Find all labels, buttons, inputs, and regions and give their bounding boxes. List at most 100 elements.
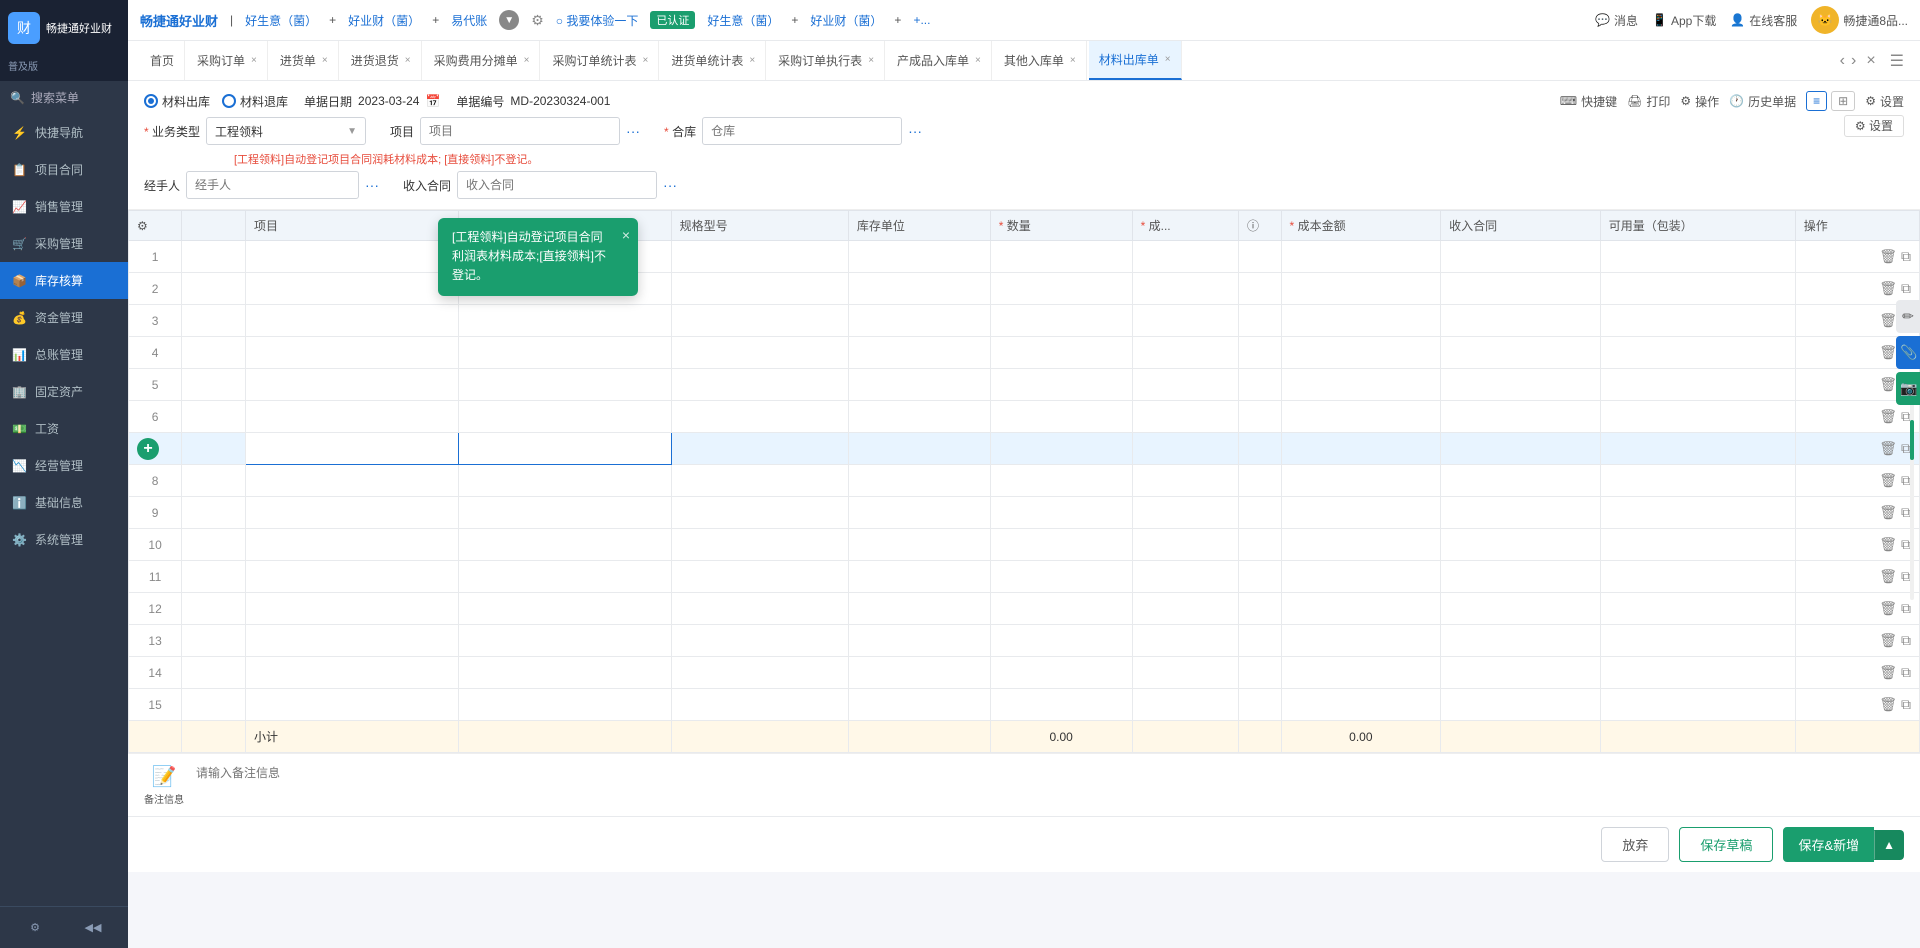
tab-close-incoming-stat[interactable]: ×	[749, 55, 755, 66]
tab-close-purchase-exec[interactable]: ×	[868, 55, 874, 66]
sidebar-item-finance[interactable]: 💰 资金管理	[0, 299, 128, 336]
radio-material-return[interactable]: 材料退库	[222, 93, 288, 110]
tooltip-close-icon[interactable]: ×	[622, 224, 630, 246]
tab-close-material-out[interactable]: ×	[1165, 54, 1171, 65]
add-row-btn[interactable]: +	[137, 438, 159, 460]
user-avatar[interactable]: 🐱 畅捷通8品...	[1811, 6, 1908, 34]
more-link[interactable]: +...	[913, 13, 930, 27]
tab-close-other-in[interactable]: ×	[1070, 55, 1076, 66]
copy-icon[interactable]: ⧉	[1901, 600, 1911, 617]
tab-close-incoming-return[interactable]: ×	[405, 55, 411, 66]
try-link[interactable]: ○ 我要体验一下	[556, 12, 639, 29]
app-download-btn[interactable]: 📱 App下载	[1652, 12, 1716, 29]
copy-icon[interactable]: ⧉	[1901, 632, 1911, 649]
tab-product-in[interactable]: 产成品入库单×	[887, 41, 992, 80]
row-1-unit[interactable]	[848, 241, 990, 273]
row-1-available[interactable]	[1600, 241, 1795, 273]
sidebar-item-payroll[interactable]: 💵 工资	[0, 410, 128, 447]
tab-close-purchase-stat[interactable]: ×	[642, 55, 648, 66]
income-contract-lookup-icon[interactable]: ···	[663, 177, 677, 193]
delete-icon[interactable]: 🗑	[1879, 344, 1897, 361]
active-row-inventory[interactable]	[458, 433, 671, 465]
radio-material-out[interactable]: 材料出库	[144, 93, 210, 110]
tab-incoming-stat[interactable]: 进货单统计表×	[661, 41, 766, 80]
tab-close-product-in[interactable]: ×	[975, 55, 981, 66]
project-input[interactable]	[420, 117, 620, 145]
copy-icon[interactable]: ⧉	[1901, 696, 1911, 713]
business-type-select[interactable]: 工程领料 ▼	[206, 117, 366, 145]
copy-icon[interactable]: ⧉	[1901, 664, 1911, 681]
sidebar-item-project[interactable]: 📋 项目合同	[0, 151, 128, 188]
tab-incoming-return[interactable]: 进货退货×	[341, 41, 422, 80]
save-new-arrow-btn[interactable]: ▲	[1874, 830, 1904, 860]
sidebar-item-search[interactable]: 🔍 搜索菜单	[0, 81, 128, 114]
sidebar-item-purchase[interactable]: 🛒 采购管理	[0, 225, 128, 262]
handler-input[interactable]	[186, 171, 359, 199]
notes-textarea[interactable]	[196, 764, 1904, 804]
sidebar-item-system[interactable]: ⚙️ 系统管理	[0, 521, 128, 558]
settings-btn[interactable]: ⚙ 设置	[1865, 93, 1904, 110]
delete-icon[interactable]: 🗑	[1879, 536, 1897, 553]
sidebar-item-quicknav[interactable]: ⚡ 快捷导航	[0, 114, 128, 151]
save-draft-button[interactable]: 保存草稿	[1679, 827, 1773, 862]
sidebar-item-assets[interactable]: 🏢 固定资产	[0, 373, 128, 410]
copy-icon[interactable]: ⧉	[1901, 280, 1911, 297]
calendar-icon[interactable]: 📅	[425, 94, 440, 108]
warehouse-lookup-icon[interactable]: ···	[908, 123, 922, 139]
right-tool-2[interactable]: 📎	[1896, 336, 1920, 369]
good-biz-link[interactable]: 好生意（菌）	[245, 12, 317, 29]
col-settings-icon[interactable]: ⚙	[137, 219, 148, 233]
right-tool-1[interactable]: ✏	[1896, 300, 1920, 333]
row-1-project[interactable]	[246, 241, 459, 273]
delete-icon[interactable]: 🗑	[1879, 280, 1897, 297]
settings-gear-icon[interactable]: ⚙	[531, 12, 544, 29]
good-wealth2-link[interactable]: 好业财（菌）	[810, 12, 882, 29]
message-btn[interactable]: 💬 消息	[1595, 12, 1638, 29]
tab-close-incoming[interactable]: ×	[322, 55, 328, 66]
scrollbar-thumb[interactable]	[1910, 420, 1914, 460]
settings-right-btn[interactable]: ⚙ 设置	[1844, 117, 1904, 134]
delete-icon[interactable]: 🗑	[1879, 408, 1897, 425]
row-1-amount[interactable]	[1281, 241, 1441, 273]
row-1-qty[interactable]	[990, 241, 1132, 273]
delete-icon[interactable]: 🗑	[1879, 376, 1897, 393]
delete-icon[interactable]: 🗑	[1879, 504, 1897, 521]
easy-agent-link[interactable]: 易代账	[451, 12, 487, 29]
discard-button[interactable]: 放弃	[1601, 827, 1669, 862]
tab-incoming[interactable]: 进货单×	[270, 41, 339, 80]
tab-next-btn[interactable]: ›	[1851, 52, 1856, 70]
good-biz2-link[interactable]: 好生意（菌）	[707, 12, 779, 29]
sidebar-settings-btn[interactable]: ⚙	[8, 915, 62, 940]
tab-purchase-stat[interactable]: 采购订单统计表×	[542, 41, 659, 80]
list-view-btn[interactable]: ≡	[1806, 91, 1827, 111]
col-settings-header[interactable]: ⚙	[129, 211, 182, 241]
copy-icon[interactable]: ⧉	[1901, 248, 1911, 265]
sidebar-item-base-info[interactable]: ℹ️ 基础信息	[0, 484, 128, 521]
tab-menu-btn[interactable]: ☰	[1886, 51, 1908, 71]
tab-close-purchase[interactable]: ×	[251, 55, 257, 66]
tab-close-purchase-cost[interactable]: ×	[524, 55, 530, 66]
info-icon[interactable]: ⓘ	[1247, 219, 1259, 233]
tab-close-all-btn[interactable]: ×	[1862, 52, 1879, 70]
project-lookup-icon[interactable]: ···	[626, 123, 640, 139]
sidebar-collapse-btn[interactable]: ◀◀	[66, 915, 120, 940]
tab-purchase-order[interactable]: 采购订单×	[187, 41, 268, 80]
shortcut-btn[interactable]: ⌨ 快捷键	[1560, 93, 1617, 110]
tab-prev-btn[interactable]: ‹	[1840, 52, 1845, 70]
delete-icon[interactable]: 🗑	[1879, 568, 1897, 585]
delete-icon[interactable]: 🗑	[1879, 248, 1897, 265]
sidebar-item-sales[interactable]: 📈 销售管理	[0, 188, 128, 225]
tab-other-in[interactable]: 其他入库单×	[994, 41, 1087, 80]
handler-lookup-icon[interactable]: ···	[365, 177, 379, 193]
right-tool-3[interactable]: 📷	[1896, 372, 1920, 405]
row-1-contract[interactable]	[1441, 241, 1601, 273]
tab-purchase-cost[interactable]: 采购费用分摊单×	[424, 41, 541, 80]
online-service-btn[interactable]: 👤 在线客服	[1730, 12, 1797, 29]
print-btn[interactable]: 🖨 打印	[1627, 93, 1670, 110]
dropdown-btn[interactable]: ▼	[499, 10, 519, 30]
sidebar-item-ledger[interactable]: 📊 总账管理	[0, 336, 128, 373]
income-contract-input[interactable]	[457, 171, 657, 199]
row-1-cost[interactable]	[1132, 241, 1238, 273]
operation-btn[interactable]: ⚙ 操作	[1680, 93, 1719, 110]
delete-icon[interactable]: 🗑	[1879, 664, 1897, 681]
